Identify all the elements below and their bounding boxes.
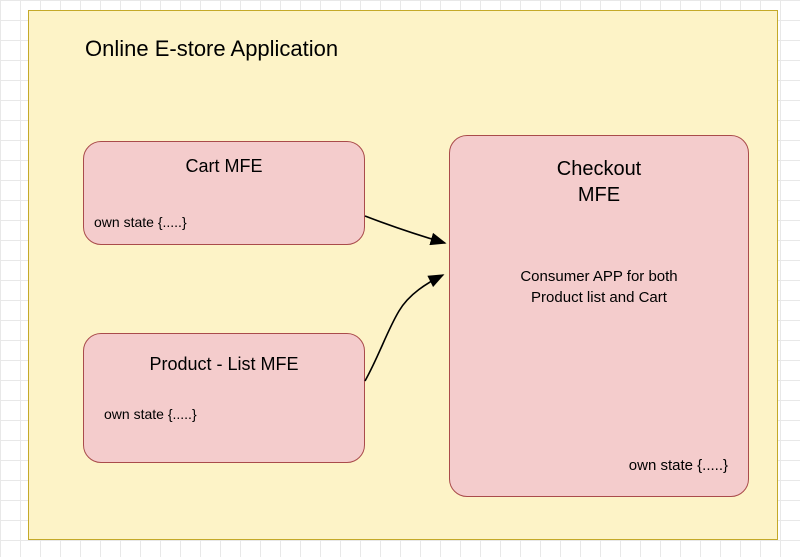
app-container: Online E-store Application Cart MFE own … [28,10,778,540]
checkout-desc-line1: Consumer APP for both [520,268,677,285]
product-list-mfe-box: Product - List MFE own state {.....} [83,333,365,463]
container-title: Online E-store Application [85,36,338,62]
cart-mfe-box: Cart MFE own state {.....} [83,141,365,245]
cart-state-text: own state {.....} [94,214,187,230]
product-state-text: own state {.....} [104,406,197,422]
checkout-title: Checkout MFE [450,156,748,208]
arrow-product-to-checkout [365,275,443,381]
checkout-title-line2: MFE [578,184,620,206]
product-title: Product - List MFE [84,354,364,375]
checkout-description: Consumer APP for both Product list and C… [450,266,748,308]
checkout-state-text: own state {.....} [629,457,728,474]
checkout-title-line1: Checkout [557,158,642,180]
checkout-mfe-box: Checkout MFE Consumer APP for both Produ… [449,135,749,497]
checkout-desc-line2: Product list and Cart [531,289,667,306]
cart-title: Cart MFE [84,156,364,177]
arrow-cart-to-checkout [365,216,445,243]
